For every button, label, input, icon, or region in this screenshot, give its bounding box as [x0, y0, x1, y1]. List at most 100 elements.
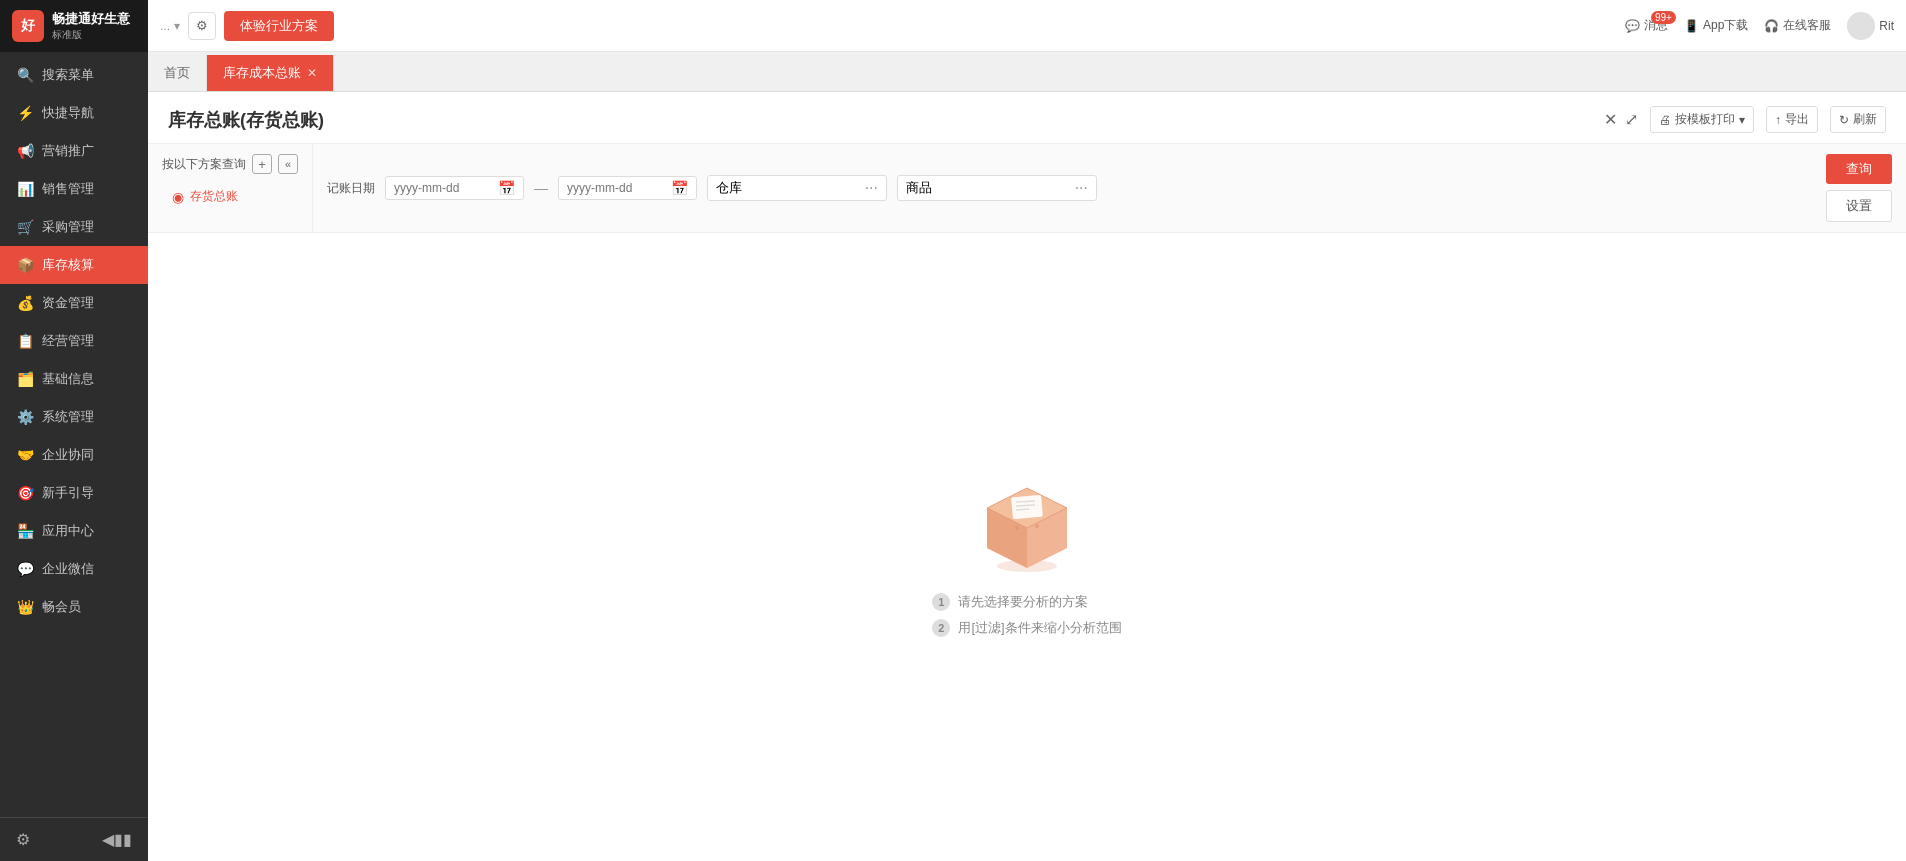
sidebar-item-search[interactable]: 🔍 搜索菜单: [0, 56, 148, 94]
product-filter[interactable]: 商品 ···: [897, 175, 1097, 201]
sidebar-system-label: 系统管理: [42, 408, 94, 426]
empty-steps: 1 请先选择要分析的方案 2 用[过滤]条件来缩小分析范围: [932, 593, 1121, 637]
basic-icon: 🗂️: [16, 370, 34, 388]
sidebar-footer: ⚙ ◀▮▮: [0, 817, 148, 861]
breadcrumb-arrow-icon[interactable]: ▾: [174, 19, 180, 33]
sidebar-item-inventory[interactable]: 📦 库存核算: [0, 246, 148, 284]
main-content: ... ▾ ⚙ 体验行业方案 💬 消息 99+ 📱 App下载 🎧 在线客服: [148, 0, 1906, 861]
app-name: 畅捷通好生意: [52, 11, 130, 28]
wechat-icon: 💬: [16, 560, 34, 578]
filter-container: 按以下方案查询 + « ◉ 存货总账 记账日期 📅 —: [148, 144, 1906, 233]
industry-solution-button[interactable]: 体验行业方案: [224, 11, 334, 41]
sidebar-item-sales[interactable]: 📊 销售管理: [0, 170, 148, 208]
print-template-button[interactable]: 🖨 按模板打印 ▾: [1650, 106, 1754, 133]
tab-inventory-cost[interactable]: 库存成本总账 ✕: [207, 55, 334, 91]
refresh-button[interactable]: ↻ 刷新: [1830, 106, 1886, 133]
date-from-input[interactable]: [394, 181, 494, 195]
sidebar-item-purchase[interactable]: 🛒 采购管理: [0, 208, 148, 246]
resize-panel-icon[interactable]: ⤢: [1625, 110, 1638, 129]
tab-home[interactable]: 首页: [148, 55, 207, 91]
speaker-footer-icon[interactable]: ◀▮▮: [102, 830, 132, 849]
app-download-action[interactable]: 📱 App下载: [1684, 17, 1748, 34]
message-action[interactable]: 💬 消息 99+: [1625, 17, 1668, 34]
online-service-action[interactable]: 🎧 在线客服: [1764, 17, 1831, 34]
filter-add-button[interactable]: +: [252, 154, 272, 174]
tabs-bar: 首页 库存成本总账 ✕: [148, 52, 1906, 92]
calendar-to-icon[interactable]: 📅: [671, 180, 688, 196]
tab-inventory-cost-label: 库存成本总账: [223, 64, 301, 82]
sidebar-inventory-label: 库存核算: [42, 256, 94, 274]
step-2-number: 2: [932, 619, 950, 637]
svg-rect-6: [1011, 494, 1043, 519]
sidebar-shortcut-label: 快捷导航: [42, 104, 94, 122]
sidebar-item-system[interactable]: ⚙️ 系统管理: [0, 398, 148, 436]
sidebar-item-wechat[interactable]: 💬 企业微信: [0, 550, 148, 588]
settings-button[interactable]: 设置: [1826, 190, 1892, 222]
product-more-icon[interactable]: ···: [1075, 179, 1088, 197]
scheme-item-inventory[interactable]: ◉ 存货总账: [162, 182, 298, 211]
sidebar-item-shortcut[interactable]: ⚡ 快捷导航: [0, 94, 148, 132]
system-icon: ⚙️: [16, 408, 34, 426]
breadcrumb: ... ▾: [160, 19, 180, 33]
sidebar-item-basic[interactable]: 🗂️ 基础信息: [0, 360, 148, 398]
export-button[interactable]: ↑ 导出: [1766, 106, 1818, 133]
query-button[interactable]: 查询: [1826, 154, 1892, 184]
svg-point-10: [1015, 526, 1019, 530]
sidebar-nav: 🔍 搜索菜单 ⚡ 快捷导航 📢 营销推广 📊 销售管理 🛒 采购管理 📦 库存核…: [0, 52, 148, 817]
sidebar-purchase-label: 采购管理: [42, 218, 94, 236]
sidebar-item-finance[interactable]: 💰 资金管理: [0, 284, 148, 322]
sidebar-item-newbie[interactable]: 🎯 新手引导: [0, 474, 148, 512]
sidebar-newbie-label: 新手引导: [42, 484, 94, 502]
finance-icon: 💰: [16, 294, 34, 312]
logo-text: 畅捷通好生意 标准版: [52, 11, 130, 41]
page-header: 库存总账(存货总账) ✕ ⤢ 🖨 按模板打印 ▾ ↑ 导出 ↻ 刷新: [148, 92, 1906, 144]
newbie-icon: 🎯: [16, 484, 34, 502]
shortcut-icon: ⚡: [16, 104, 34, 122]
tab-close-icon[interactable]: ✕: [307, 66, 317, 80]
message-badge: 99+: [1651, 11, 1676, 24]
refresh-icon: ↻: [1839, 113, 1849, 127]
user-avatar: [1847, 12, 1875, 40]
sidebar-operation-label: 经营管理: [42, 332, 94, 350]
app-download-label: App下载: [1703, 17, 1748, 34]
sidebar-sales-label: 销售管理: [42, 180, 94, 198]
sidebar-item-enterprise[interactable]: 🤝 企业协同: [0, 436, 148, 474]
sidebar-item-member[interactable]: 👑 畅会员: [0, 588, 148, 626]
sidebar: 好 畅捷通好生意 标准版 🔍 搜索菜单 ⚡ 快捷导航 📢 营销推广 📊 销售管理…: [0, 0, 148, 861]
user-name: Rit: [1879, 19, 1894, 33]
calendar-from-icon[interactable]: 📅: [498, 180, 515, 196]
date-to-input[interactable]: [567, 181, 667, 195]
user-avatar-area[interactable]: Rit: [1847, 12, 1894, 40]
sidebar-item-operation[interactable]: 📋 经营管理: [0, 322, 148, 360]
export-label: 导出: [1785, 111, 1809, 128]
breadcrumb-text: ...: [160, 19, 170, 33]
svg-line-9: [1016, 509, 1029, 510]
scheme-label: 存货总账: [190, 188, 238, 205]
top-bar: ... ▾ ⚙ 体验行业方案 💬 消息 99+ 📱 App下载 🎧 在线客服: [148, 0, 1906, 52]
date-separator: —: [534, 180, 548, 196]
page-content: 库存总账(存货总账) ✕ ⤢ 🖨 按模板打印 ▾ ↑ 导出 ↻ 刷新: [148, 92, 1906, 861]
warehouse-filter[interactable]: 仓库 ···: [707, 175, 887, 201]
sidebar-item-appstore[interactable]: 🏪 应用中心: [0, 512, 148, 550]
settings-footer-icon[interactable]: ⚙: [16, 830, 30, 849]
close-panel-icon[interactable]: ✕: [1604, 110, 1617, 129]
product-label: 商品: [906, 179, 932, 197]
filter-fold-button[interactable]: «: [278, 154, 298, 174]
page-header-actions: ✕ ⤢ 🖨 按模板打印 ▾ ↑ 导出 ↻ 刷新: [1604, 106, 1886, 133]
filter-buttons: 查询 设置: [1826, 154, 1892, 222]
warehouse-label: 仓库: [716, 179, 742, 197]
page-title: 库存总账(存货总账): [168, 108, 324, 132]
print-arrow-icon: ▾: [1739, 113, 1745, 127]
empty-state: 1 请先选择要分析的方案 2 用[过滤]条件来缩小分析范围: [148, 233, 1906, 861]
topbar-settings-button[interactable]: ⚙: [188, 12, 216, 40]
sidebar-basic-label: 基础信息: [42, 370, 94, 388]
filter-label-row: 按以下方案查询 + «: [162, 154, 298, 174]
print-label: 按模板打印: [1675, 111, 1735, 128]
marketing-icon: 📢: [16, 142, 34, 160]
appstore-icon: 🏪: [16, 522, 34, 540]
sidebar-item-marketing[interactable]: 📢 营销推广: [0, 132, 148, 170]
warehouse-more-icon[interactable]: ···: [865, 179, 878, 197]
svg-line-7: [1016, 501, 1035, 502]
sales-icon: 📊: [16, 180, 34, 198]
sidebar-enterprise-label: 企业协同: [42, 446, 94, 464]
